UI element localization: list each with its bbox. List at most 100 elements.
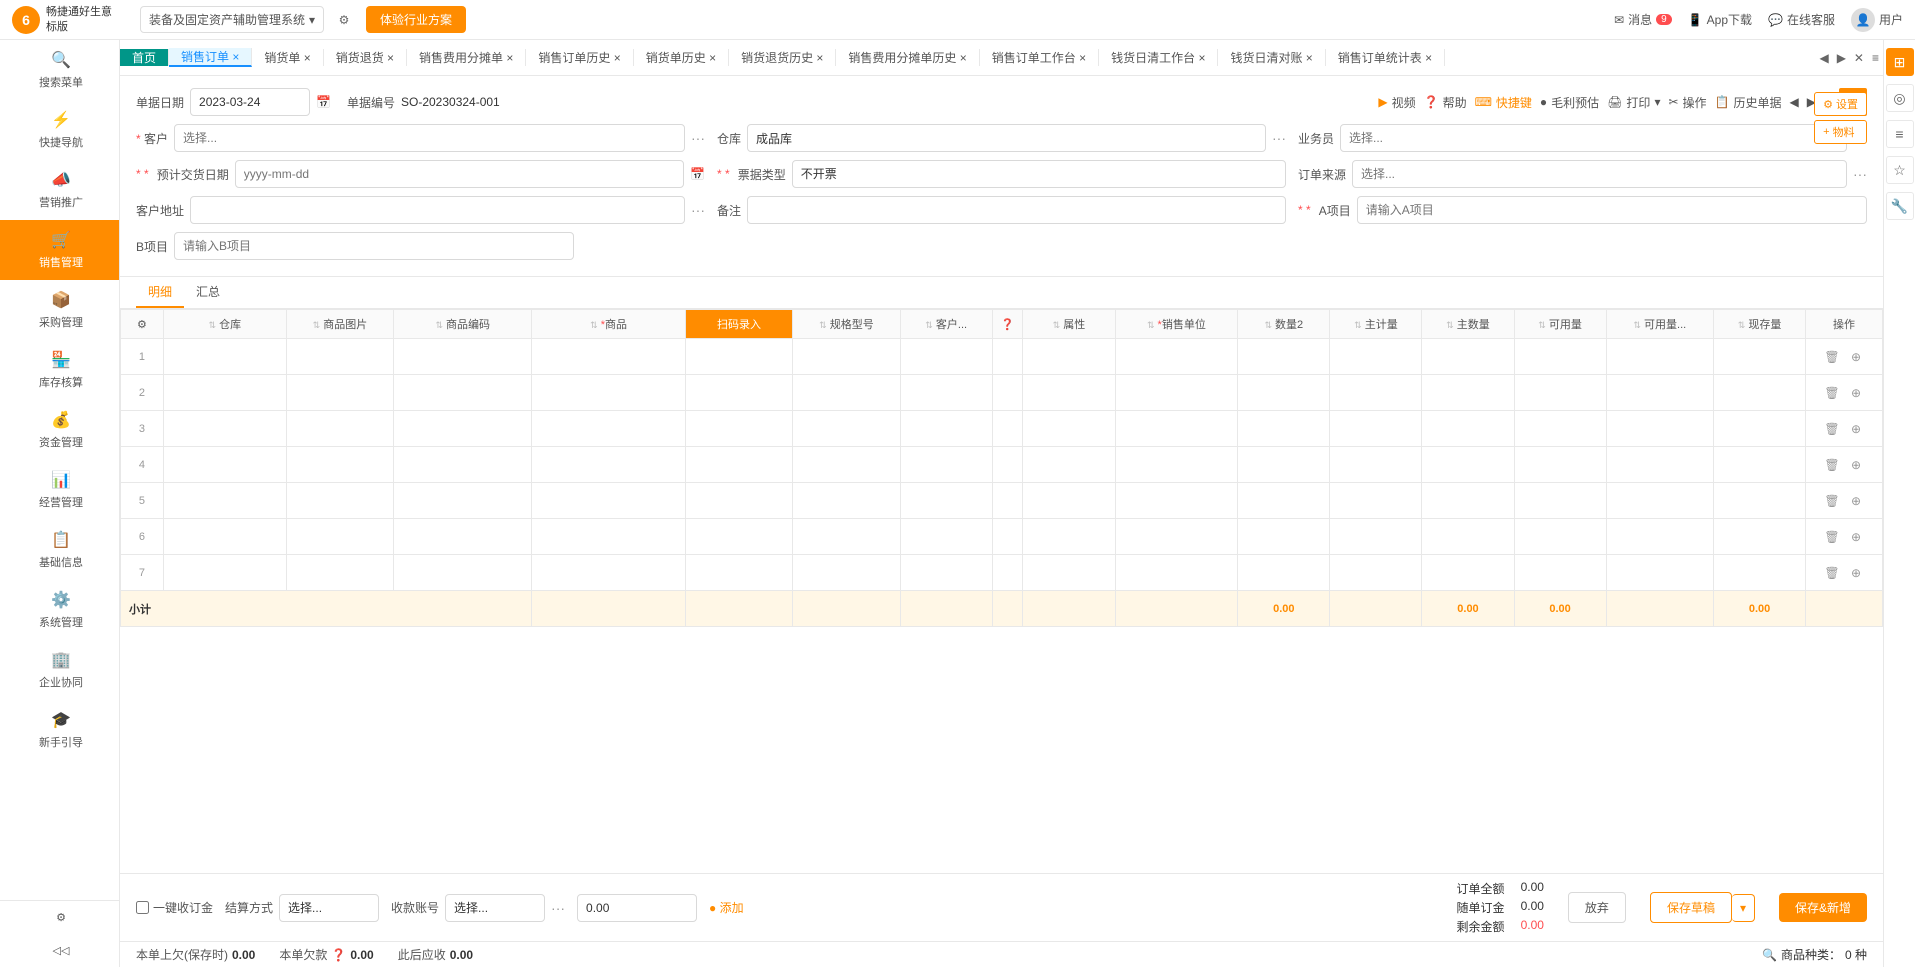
remarks-input[interactable]: [747, 196, 1286, 224]
view-video-button[interactable]: ▶ 视频: [1378, 94, 1415, 111]
col-sales-unit-header[interactable]: ⇅ *销售单位: [1115, 310, 1238, 339]
right-icon-grid[interactable]: ⊞: [1886, 48, 1914, 76]
print-button[interactable]: 🖨 打印 ▾: [1607, 94, 1660, 111]
tab-order-workbench[interactable]: 销售订单工作台 ×: [980, 49, 1099, 66]
col-product-img-header[interactable]: ⇅ 商品图片: [286, 310, 393, 339]
tab-cash-reconcile[interactable]: 钱货日清对账 ×: [1218, 49, 1325, 66]
address-input[interactable]: [190, 196, 685, 224]
row-copy-btn[interactable]: ⊕: [1846, 383, 1866, 403]
receipt-more-icon[interactable]: ···: [551, 900, 565, 916]
one-click-checkbox-input[interactable]: [136, 901, 149, 914]
tab-cash-workbench[interactable]: 钱货日清工作台 ×: [1099, 49, 1218, 66]
col-available2-header[interactable]: ⇅ 可用量...: [1606, 310, 1713, 339]
tab-prev-button[interactable]: ◀: [1815, 51, 1832, 65]
save-new-button[interactable]: 保存&新增: [1779, 893, 1867, 922]
tab-sales-return-history[interactable]: 销货单历史 ×: [634, 49, 729, 66]
row-copy-btn[interactable]: ⊕: [1846, 455, 1866, 475]
tab-expense-history[interactable]: 销售费用分摊单历史 ×: [836, 49, 979, 66]
tab-return-goods-history[interactable]: 销货退货历史 ×: [729, 49, 836, 66]
sidebar-item-purchase[interactable]: 📦 采购管理: [0, 280, 119, 340]
sidebar-item-operations[interactable]: 📊 经营管理: [0, 460, 119, 520]
add-button[interactable]: ● 添加: [709, 899, 744, 916]
tab-sales-stats[interactable]: 销售订单统计表 ×: [1326, 49, 1445, 66]
customer-more-icon[interactable]: ···: [691, 130, 705, 146]
col-stock-header[interactable]: ⇅ 现存量: [1714, 310, 1806, 339]
operation-button[interactable]: ✂ 操作: [1668, 94, 1706, 111]
nav-prev-button[interactable]: ◀: [1790, 95, 1799, 109]
delivery-calendar-icon[interactable]: 📅: [690, 167, 705, 181]
settings-gear-icon[interactable]: ⚙: [330, 6, 358, 34]
tab-close-all-button[interactable]: ✕: [1850, 51, 1868, 65]
profit-button[interactable]: ● 毛利预估: [1540, 94, 1599, 111]
sidebar-item-system[interactable]: ⚙️ 系统管理: [0, 580, 119, 640]
b-project-input[interactable]: [174, 232, 574, 260]
discard-button[interactable]: 放弃: [1568, 892, 1626, 923]
tab-sales-return-goods[interactable]: 销货退货 ×: [324, 49, 407, 66]
tab-menu-button[interactable]: ≡: [1868, 51, 1883, 65]
user-button[interactable]: 👤 用户: [1851, 8, 1903, 32]
col-settings-header[interactable]: ⚙: [121, 310, 164, 339]
tab-sales-order[interactable]: 销售订单 ×: [169, 48, 252, 67]
staff-input[interactable]: [1340, 124, 1847, 152]
row-delete-btn[interactable]: 🗑: [1822, 563, 1842, 583]
invoice-type-select[interactable]: 不开票 增值税专用发票 增值税普通发票: [792, 160, 1286, 188]
order-source-input[interactable]: [1352, 160, 1847, 188]
sidebar-item-quicknav[interactable]: ⚡ 快捷导航: [0, 100, 119, 160]
tab-sales-order-history[interactable]: 销售订单历史 ×: [526, 49, 633, 66]
tab-sales-return[interactable]: 销货单 ×: [252, 49, 323, 66]
col-main-qty-header[interactable]: ⇅ 主数量: [1422, 310, 1514, 339]
row-copy-btn[interactable]: ⊕: [1846, 491, 1866, 511]
one-click-checkbox[interactable]: 一键收订金: [136, 899, 213, 916]
sidebar-item-enterprise[interactable]: 🏢 企业协同: [0, 640, 119, 700]
right-icon-tool[interactable]: 🔧: [1886, 192, 1914, 220]
row-delete-btn[interactable]: 🗑: [1822, 455, 1842, 475]
add-material-button[interactable]: + 物料: [1814, 120, 1867, 144]
warehouse-more-icon[interactable]: ···: [1272, 130, 1286, 146]
save-draft-button[interactable]: 保存草稿: [1650, 892, 1732, 923]
col-product-header[interactable]: ⇅ *商品: [532, 310, 685, 339]
order-source-more-icon[interactable]: ···: [1853, 166, 1867, 182]
a-project-input[interactable]: [1357, 196, 1867, 224]
online-service-button[interactable]: 💬 在线客服: [1768, 11, 1835, 28]
tab-next-button[interactable]: ▶: [1833, 51, 1850, 65]
row-delete-btn[interactable]: 🗑: [1822, 491, 1842, 511]
row-delete-btn[interactable]: 🗑: [1822, 383, 1842, 403]
col-customer-code-header[interactable]: ⇅ 客户...: [900, 310, 992, 339]
col-spec-header[interactable]: ⇅ 规格型号: [793, 310, 900, 339]
tab-detail[interactable]: 明细: [136, 277, 184, 308]
save-draft-arrow-button[interactable]: ▾: [1732, 894, 1755, 922]
col-attr-header[interactable]: ⇅ 属性: [1023, 310, 1115, 339]
calendar-icon[interactable]: 📅: [316, 95, 331, 109]
sidebar-item-basic[interactable]: 📋 基础信息: [0, 520, 119, 580]
col-scan-header[interactable]: 扫码录入: [685, 310, 792, 339]
tab-sales-expense-split[interactable]: 销售费用分摊单 ×: [407, 49, 526, 66]
date-input[interactable]: [190, 88, 310, 116]
delivery-date-input[interactable]: [235, 160, 684, 188]
tab-summary[interactable]: 汇总: [184, 277, 232, 308]
shortcut-button[interactable]: ⌨ 快捷键: [1475, 94, 1532, 111]
tab-home[interactable]: 首页: [120, 49, 169, 66]
sidebar-item-finance[interactable]: 💰 资金管理: [0, 400, 119, 460]
address-more-icon[interactable]: ···: [691, 202, 705, 218]
app-download-button[interactable]: 📱 App下载: [1688, 11, 1752, 28]
message-button[interactable]: ✉ 消息 9: [1614, 11, 1672, 28]
sidebar-collapse-button[interactable]: ◁◁: [0, 934, 119, 967]
col-available-header[interactable]: ⇅ 可用量: [1514, 310, 1606, 339]
col-warehouse-header[interactable]: ⇅ 仓库: [163, 310, 286, 339]
receipt-amount-input[interactable]: [577, 894, 697, 922]
row-delete-btn[interactable]: 🗑: [1822, 527, 1842, 547]
search-product-icon[interactable]: 🔍: [1762, 948, 1777, 962]
row-copy-btn[interactable]: ⊕: [1846, 527, 1866, 547]
col-qty2-header[interactable]: ⇅ 数量2: [1238, 310, 1330, 339]
system-selector[interactable]: 装备及固定资产辅助管理系统 ▾: [140, 6, 324, 33]
sidebar-item-search[interactable]: 🔍 搜索菜单: [0, 40, 119, 100]
row-copy-btn[interactable]: ⊕: [1846, 563, 1866, 583]
right-icon-star[interactable]: ☆: [1886, 156, 1914, 184]
history-button[interactable]: 📋 历史单据: [1715, 94, 1782, 111]
sidebar-item-sales[interactable]: 🛒 销售管理: [0, 220, 119, 280]
row-copy-btn[interactable]: ⊕: [1846, 419, 1866, 439]
row-copy-btn[interactable]: ⊕: [1846, 347, 1866, 367]
receipt-select[interactable]: 选择...: [445, 894, 545, 922]
help-button[interactable]: ❓ 帮助: [1424, 94, 1467, 111]
row-delete-btn[interactable]: 🗑: [1822, 419, 1842, 439]
